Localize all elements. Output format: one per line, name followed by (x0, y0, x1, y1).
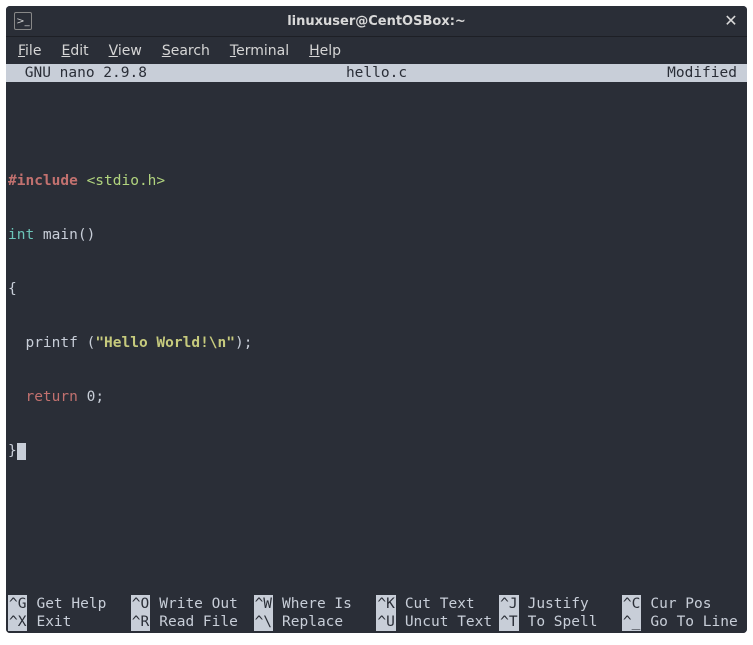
code-line: } (8, 442, 745, 460)
menubar: File Edit View Search Terminal Help (6, 36, 747, 64)
code-line: int main() (8, 226, 745, 244)
code-line: #include <stdio.h> (8, 172, 745, 190)
menu-file[interactable]: File (14, 39, 51, 63)
menu-edit[interactable]: Edit (51, 39, 98, 63)
titlebar: >_ linuxuser@CentOSBox:~ ✕ (6, 6, 747, 36)
shortcut-bar: ^GGet Help ^OWrite Out ^WWhere Is ^KCut … (6, 595, 747, 633)
nano-header: GNU nano 2.9.8 hello.c Modified (6, 64, 747, 82)
editor-body[interactable]: #include <stdio.h> int main() { printf (… (6, 82, 747, 595)
nano-version: GNU nano 2.9.8 (8, 64, 251, 82)
code-line: printf ("Hello World!\n"); (8, 334, 745, 352)
menu-search[interactable]: Search (152, 39, 220, 63)
nano-filename: hello.c (251, 64, 502, 82)
terminal-window: >_ linuxuser@CentOSBox:~ ✕ File Edit Vie… (6, 6, 747, 633)
nano-modified-status: Modified (502, 64, 745, 82)
shortcut-cut-text[interactable]: ^KCut Text (376, 595, 499, 613)
shortcut-write-out[interactable]: ^OWrite Out (131, 595, 254, 613)
cursor (17, 443, 26, 460)
shortcut-where-is[interactable]: ^WWhere Is (254, 595, 377, 613)
terminal-icon: >_ (14, 12, 32, 30)
menu-view[interactable]: View (99, 39, 152, 63)
menu-terminal[interactable]: Terminal (220, 39, 299, 63)
blank-line (8, 118, 745, 136)
window-title: linuxuser@CentOSBox:~ (287, 14, 466, 29)
code-line: return 0; (8, 388, 745, 406)
close-button[interactable]: ✕ (723, 13, 739, 29)
shortcut-to-spell[interactable]: ^TTo Spell (499, 613, 622, 631)
shortcut-replace[interactable]: ^\Replace (254, 613, 377, 631)
code-line: { (8, 280, 745, 298)
menu-help[interactable]: Help (299, 39, 351, 63)
shortcut-exit[interactable]: ^XExit (8, 613, 131, 631)
shortcut-get-help[interactable]: ^GGet Help (8, 595, 131, 613)
shortcut-read-file[interactable]: ^RRead File (131, 613, 254, 631)
shortcut-cur-pos[interactable]: ^CCur Pos (622, 595, 745, 613)
shortcut-go-to-line[interactable]: ^_Go To Line (622, 613, 745, 631)
shortcut-uncut-text[interactable]: ^UUncut Text (376, 613, 499, 631)
terminal-area[interactable]: GNU nano 2.9.8 hello.c Modified #include… (6, 64, 747, 633)
shortcut-justify[interactable]: ^JJustify (499, 595, 622, 613)
